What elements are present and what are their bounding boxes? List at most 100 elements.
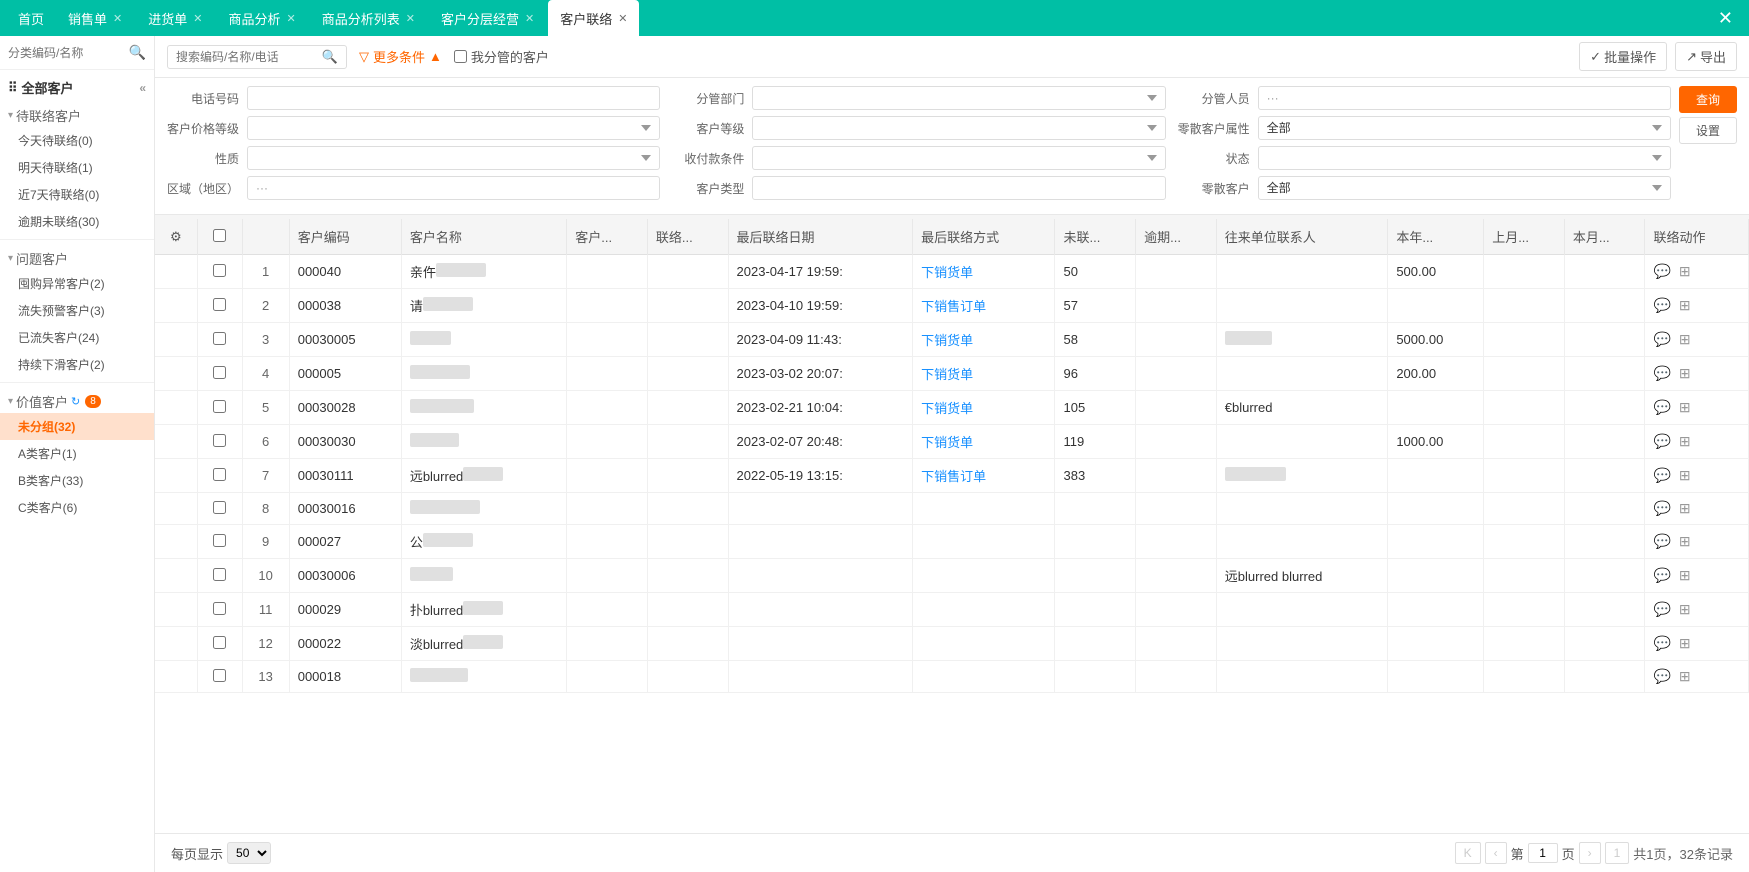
grid-action-icon[interactable]: ⊞ [1679, 668, 1691, 685]
reset-button[interactable]: 设置 [1679, 117, 1737, 144]
page-next-btn[interactable]: › [1579, 842, 1601, 864]
last-method-link[interactable]: 下销货单 [921, 401, 973, 416]
sidebar-item-churn-warning[interactable]: 流失预警客户(3) [0, 297, 154, 324]
close-customer-contact-icon[interactable]: ✕ [618, 12, 627, 25]
region-dots[interactable]: ··· [247, 176, 660, 200]
refresh-value-icon[interactable]: ↻ [71, 395, 80, 408]
chat-icon[interactable]: 💬 [1653, 567, 1670, 584]
chat-icon[interactable]: 💬 [1653, 365, 1670, 382]
batch-ops-button[interactable]: ✓ 批量操作 [1579, 42, 1667, 71]
last-method-link[interactable]: 下销货单 [921, 265, 973, 280]
price-level-select[interactable] [247, 116, 660, 140]
sidebar-item-ungrouped[interactable]: 未分组(32) [0, 413, 154, 440]
chat-icon[interactable]: 💬 [1653, 500, 1670, 517]
filter-search-icon[interactable]: 🔍 [322, 49, 338, 65]
query-button[interactable]: 查询 [1679, 86, 1737, 113]
close-product-analysis-list-icon[interactable]: ✕ [406, 12, 415, 25]
grid-action-icon[interactable]: ⊞ [1679, 263, 1691, 280]
phone-input[interactable] [247, 86, 660, 110]
manager-dots[interactable]: ··· [1258, 86, 1671, 110]
nav-home[interactable]: 首页 [8, 9, 54, 28]
payment-select[interactable] [752, 146, 1165, 170]
grid-action-icon[interactable]: ⊞ [1679, 567, 1691, 584]
sidebar-item-class-c[interactable]: C类客户(6) [0, 494, 154, 521]
grid-action-icon[interactable]: ⊞ [1679, 635, 1691, 652]
nav-tab-sales[interactable]: 销售单 ✕ [56, 0, 134, 36]
col-gear[interactable]: ⚙ [155, 219, 197, 255]
close-sales-icon[interactable]: ✕ [113, 12, 122, 25]
sidebar-collapse-icon[interactable]: « [139, 81, 146, 95]
chat-icon[interactable]: 💬 [1653, 635, 1670, 652]
cell-checkbox[interactable] [197, 627, 242, 661]
cell-checkbox[interactable] [197, 391, 242, 425]
chat-icon[interactable]: 💬 [1653, 467, 1670, 484]
cell-checkbox[interactable] [197, 323, 242, 357]
sidebar-item-week-pending[interactable]: 近7天待联络(0) [0, 181, 154, 208]
grid-action-icon[interactable]: ⊞ [1679, 433, 1691, 450]
grid-action-icon[interactable]: ⊞ [1679, 399, 1691, 416]
nature-select[interactable] [247, 146, 660, 170]
chat-icon[interactable]: 💬 [1653, 399, 1670, 416]
grid-action-icon[interactable]: ⊞ [1679, 297, 1691, 314]
sidebar-item-churned[interactable]: 已流失客户(24) [0, 324, 154, 351]
page-last-btn[interactable]: 1 [1605, 842, 1630, 864]
nav-tab-customer-segment[interactable]: 客户分层经营 ✕ [429, 0, 546, 36]
grid-action-icon[interactable]: ⊞ [1679, 331, 1691, 348]
customer-level-select[interactable] [752, 116, 1165, 140]
page-number-input[interactable] [1528, 843, 1558, 863]
chat-icon[interactable]: 💬 [1653, 601, 1670, 618]
customer-attr-select[interactable]: 全部 [1258, 116, 1671, 140]
chat-icon[interactable]: 💬 [1653, 297, 1670, 314]
sidebar-item-tomorrow-pending[interactable]: 明天待联络(1) [0, 154, 154, 181]
nav-tab-purchase[interactable]: 进货单 ✕ [136, 0, 214, 36]
grid-action-icon[interactable]: ⊞ [1679, 365, 1691, 382]
export-button[interactable]: ↗ 导出 [1675, 42, 1737, 71]
cell-checkbox[interactable] [197, 459, 242, 493]
sidebar-item-class-b[interactable]: B类客户(33) [0, 467, 154, 494]
chat-icon[interactable]: 💬 [1653, 331, 1670, 348]
filter-my-customers[interactable]: 我分管的客户 [454, 47, 549, 66]
cell-checkbox[interactable] [197, 255, 242, 289]
all-customers-label[interactable]: 全部客户 [22, 78, 74, 97]
cell-checkbox[interactable] [197, 593, 242, 627]
cell-checkbox[interactable] [197, 525, 242, 559]
page-first-btn[interactable]: K [1455, 842, 1481, 864]
last-method-link[interactable]: 下销售订单 [921, 469, 986, 484]
cell-checkbox[interactable] [197, 661, 242, 693]
chat-icon[interactable]: 💬 [1653, 668, 1670, 685]
dept-select[interactable] [752, 86, 1165, 110]
grid-action-icon[interactable]: ⊞ [1679, 601, 1691, 618]
close-purchase-icon[interactable]: ✕ [193, 12, 202, 25]
sidebar-item-class-a[interactable]: A类客户(1) [0, 440, 154, 467]
my-customers-checkbox[interactable] [454, 50, 467, 63]
nav-tab-product-analysis-list[interactable]: 商品分析列表 ✕ [310, 0, 427, 36]
customer-type-input[interactable] [752, 176, 1165, 200]
last-method-link[interactable]: 下销售订单 [921, 299, 986, 314]
last-method-link[interactable]: 下销货单 [921, 367, 973, 382]
close-product-analysis-icon[interactable]: ✕ [287, 12, 296, 25]
filter-more-btn[interactable]: ▽ 更多条件 ▲ [359, 47, 442, 66]
chat-icon[interactable]: 💬 [1653, 263, 1670, 280]
page-prev-btn[interactable]: ‹ [1485, 842, 1507, 864]
grid-action-icon[interactable]: ⊞ [1679, 467, 1691, 484]
sidebar-item-declining[interactable]: 持续下滑客户(2) [0, 351, 154, 378]
window-close-button[interactable]: ✕ [1710, 8, 1741, 29]
last-method-link[interactable]: 下销货单 [921, 333, 973, 348]
nav-tab-customer-contact[interactable]: 客户联络 ✕ [548, 0, 639, 36]
cell-checkbox[interactable] [197, 559, 242, 593]
chat-icon[interactable]: 💬 [1653, 533, 1670, 550]
nav-tab-product-analysis[interactable]: 商品分析 ✕ [216, 0, 307, 36]
cell-checkbox[interactable] [197, 425, 242, 459]
cell-checkbox[interactable] [197, 493, 242, 525]
sidebar-search-icon[interactable]: 🔍 [129, 44, 146, 61]
sidebar-item-abnormal[interactable]: 囤购异常客户(2) [0, 270, 154, 297]
status-select[interactable] [1258, 146, 1671, 170]
grid-action-icon[interactable]: ⊞ [1679, 533, 1691, 550]
select-all-checkbox[interactable] [213, 229, 226, 242]
sidebar-item-today-pending[interactable]: 今天待联络(0) [0, 127, 154, 154]
cell-checkbox[interactable] [197, 357, 242, 391]
cell-checkbox[interactable] [197, 289, 242, 323]
grid-action-icon[interactable]: ⊞ [1679, 500, 1691, 517]
last-method-link[interactable]: 下销货单 [921, 435, 973, 450]
sidebar-item-overdue-pending[interactable]: 逾期未联络(30) [0, 208, 154, 235]
